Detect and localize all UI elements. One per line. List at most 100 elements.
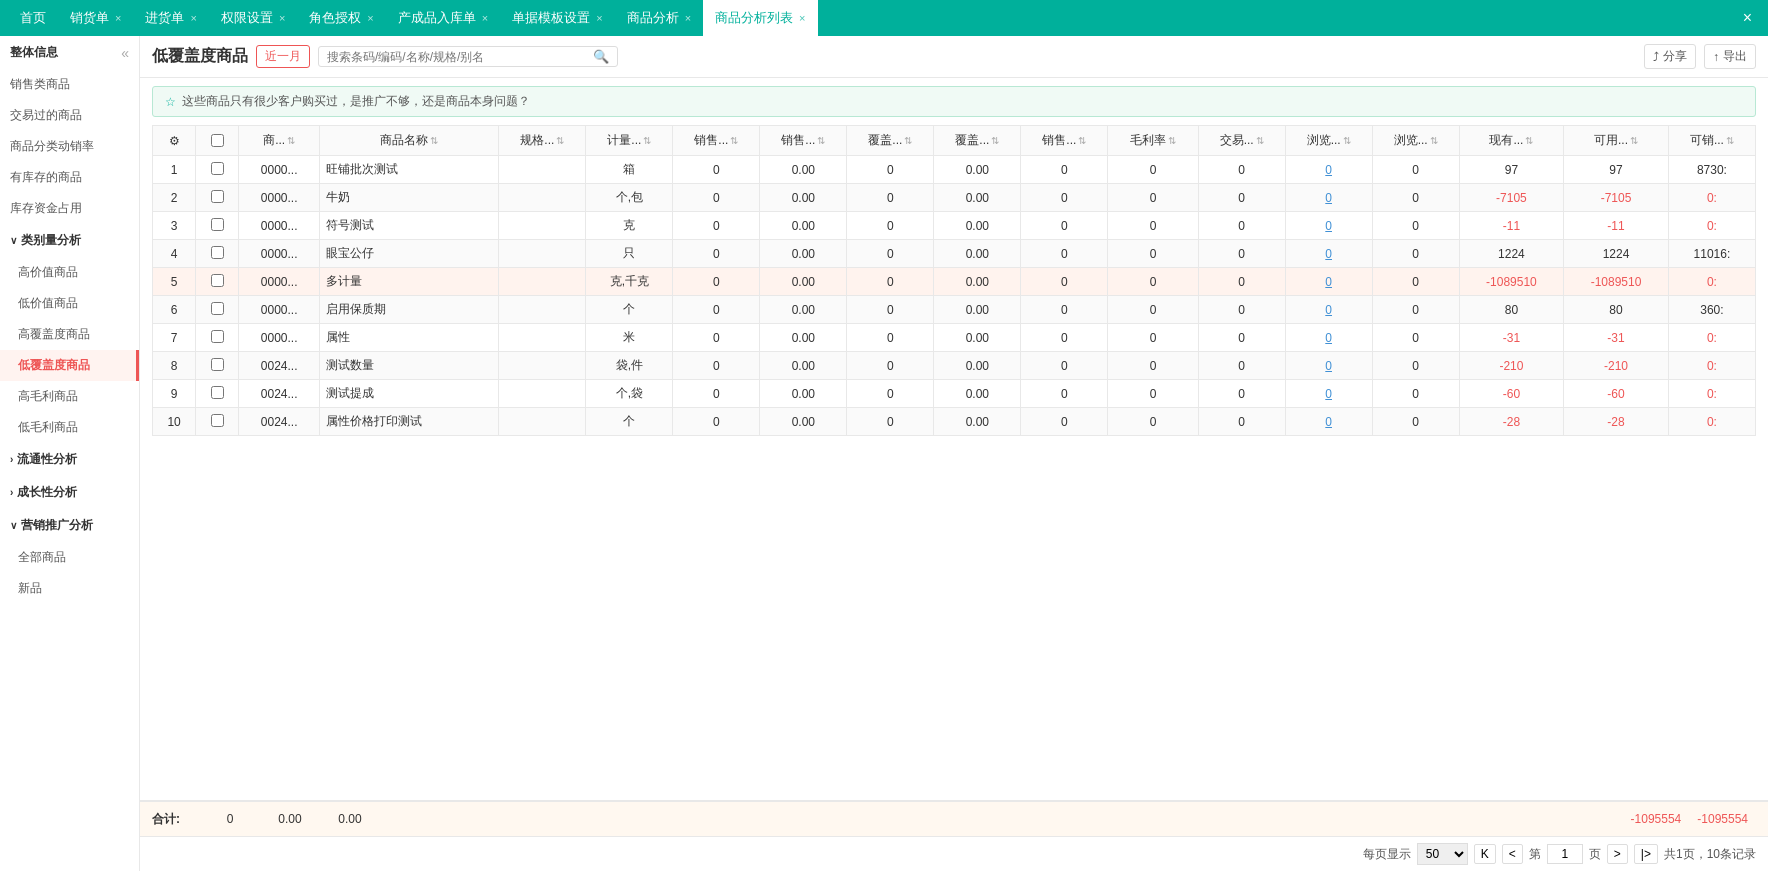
col-browse1[interactable]: 浏览...⇅ bbox=[1285, 126, 1372, 156]
col-spec[interactable]: 规格...⇅ bbox=[499, 126, 586, 156]
cell-browse1[interactable]: 0 bbox=[1285, 184, 1372, 212]
col-sales1[interactable]: 销售...⇅ bbox=[673, 126, 760, 156]
row-checkbox[interactable] bbox=[211, 190, 224, 203]
cell-checkbox[interactable] bbox=[196, 184, 239, 212]
row-checkbox[interactable] bbox=[211, 414, 224, 427]
cell-browse1[interactable]: 0 bbox=[1285, 324, 1372, 352]
sidebar-item-low-margin[interactable]: 低毛利商品 bbox=[0, 412, 139, 443]
nav-product-warehouse[interactable]: 产成品入库单 × bbox=[386, 0, 500, 36]
select-all-checkbox[interactable] bbox=[211, 134, 224, 147]
close-icon[interactable]: × bbox=[279, 12, 285, 24]
col-code[interactable]: 商...⇅ bbox=[238, 126, 320, 156]
first-page-button[interactable]: K bbox=[1474, 844, 1496, 864]
sidebar-item-sales-goods[interactable]: 销售类商品 bbox=[0, 69, 139, 100]
col-name[interactable]: 商品名称⇅ bbox=[320, 126, 499, 156]
cell-browse1[interactable]: 0 bbox=[1285, 268, 1372, 296]
sidebar-section-marketing[interactable]: ∨ 营销推广分析 bbox=[0, 509, 139, 542]
page-size-select[interactable]: 50 100 bbox=[1417, 843, 1468, 865]
cell-browse1[interactable]: 0 bbox=[1285, 156, 1372, 184]
col-current[interactable]: 现有...⇅ bbox=[1459, 126, 1564, 156]
sidebar-item-high-margin[interactable]: 高毛利商品 bbox=[0, 381, 139, 412]
close-icon[interactable]: × bbox=[190, 12, 196, 24]
cell-browse1[interactable]: 0 bbox=[1285, 380, 1372, 408]
nav-goods-analysis[interactable]: 商品分析 × bbox=[615, 0, 703, 36]
sidebar-item-stocked-goods[interactable]: 有库存的商品 bbox=[0, 162, 139, 193]
row-checkbox[interactable] bbox=[211, 246, 224, 259]
col-saleable[interactable]: 可销...⇅ bbox=[1668, 126, 1755, 156]
cell-checkbox[interactable] bbox=[196, 212, 239, 240]
sidebar-item-new-goods[interactable]: 新品 bbox=[0, 573, 139, 604]
table-container[interactable]: ⚙ 商...⇅ 商品名称⇅ 规格...⇅ 计量...⇅ 销售...⇅ 销售...… bbox=[140, 125, 1768, 800]
prev-page-button[interactable]: < bbox=[1502, 844, 1523, 864]
col-gross-rate[interactable]: 毛利率⇅ bbox=[1108, 126, 1198, 156]
cell-checkbox[interactable] bbox=[196, 408, 239, 436]
cell-checkbox[interactable] bbox=[196, 324, 239, 352]
cell-browse1[interactable]: 0 bbox=[1285, 240, 1372, 268]
col-settings[interactable]: ⚙ bbox=[153, 126, 196, 156]
close-icon[interactable]: × bbox=[482, 12, 488, 24]
nav-goods-analysis-list[interactable]: 商品分析列表 × bbox=[703, 0, 817, 36]
cell-checkbox[interactable] bbox=[196, 156, 239, 184]
sidebar-item-high-coverage[interactable]: 高覆盖度商品 bbox=[0, 319, 139, 350]
search-input[interactable] bbox=[327, 50, 593, 64]
sidebar-collapse-btn[interactable]: « bbox=[121, 45, 129, 61]
share-button[interactable]: ⤴ 分享 bbox=[1644, 44, 1696, 69]
cell-browse1[interactable]: 0 bbox=[1285, 212, 1372, 240]
last-page-button[interactable]: |> bbox=[1634, 844, 1658, 864]
export-button[interactable]: ↑ 导出 bbox=[1704, 44, 1756, 69]
col-cover1[interactable]: 覆盖...⇅ bbox=[847, 126, 934, 156]
nav-sales-order[interactable]: 销货单 × bbox=[58, 0, 133, 36]
cell-checkbox[interactable] bbox=[196, 352, 239, 380]
cell-current: 1224 bbox=[1459, 240, 1564, 268]
col-trade[interactable]: 交易...⇅ bbox=[1198, 126, 1285, 156]
row-checkbox[interactable] bbox=[211, 330, 224, 343]
nav-purchase-order[interactable]: 进货单 × bbox=[133, 0, 208, 36]
sidebar-item-all-goods[interactable]: 全部商品 bbox=[0, 542, 139, 573]
cell-checkbox[interactable] bbox=[196, 296, 239, 324]
cell-browse1[interactable]: 0 bbox=[1285, 352, 1372, 380]
sidebar-item-low-coverage[interactable]: 低覆盖度商品 bbox=[0, 350, 139, 381]
sidebar-item-low-value[interactable]: 低价值商品 bbox=[0, 288, 139, 319]
cell-browse1[interactable]: 0 bbox=[1285, 296, 1372, 324]
col-browse2[interactable]: 浏览...⇅ bbox=[1372, 126, 1459, 156]
close-icon[interactable]: × bbox=[685, 12, 691, 24]
cell-checkbox[interactable] bbox=[196, 380, 239, 408]
close-icon[interactable]: × bbox=[115, 12, 121, 24]
nav-template-settings[interactable]: 单据模板设置 × bbox=[500, 0, 614, 36]
global-close-button[interactable]: × bbox=[1735, 9, 1760, 27]
row-checkbox[interactable] bbox=[211, 218, 224, 231]
row-checkbox[interactable] bbox=[211, 302, 224, 315]
col-sales2[interactable]: 销售...⇅ bbox=[760, 126, 847, 156]
col-checkbox[interactable] bbox=[196, 126, 239, 156]
row-checkbox[interactable] bbox=[211, 274, 224, 287]
sidebar-section-category-analysis[interactable]: ∨ 类别量分析 bbox=[0, 224, 139, 257]
cell-checkbox[interactable] bbox=[196, 240, 239, 268]
col-sales3[interactable]: 销售...⇅ bbox=[1021, 126, 1108, 156]
close-icon[interactable]: × bbox=[799, 12, 805, 24]
nav-home[interactable]: 首页 bbox=[8, 0, 58, 36]
search-box[interactable]: 🔍 bbox=[318, 46, 618, 67]
nav-role-auth[interactable]: 角色授权 × bbox=[297, 0, 385, 36]
period-button[interactable]: 近一月 bbox=[256, 45, 310, 68]
row-checkbox[interactable] bbox=[211, 386, 224, 399]
cell-checkbox[interactable] bbox=[196, 268, 239, 296]
sidebar-item-category-turnover[interactable]: 商品分类动销率 bbox=[0, 131, 139, 162]
col-available[interactable]: 可用...⇅ bbox=[1564, 126, 1669, 156]
sidebar-item-traded-goods[interactable]: 交易过的商品 bbox=[0, 100, 139, 131]
row-checkbox[interactable] bbox=[211, 358, 224, 371]
sidebar-item-inventory-capital[interactable]: 库存资金占用 bbox=[0, 193, 139, 224]
sidebar-section-circulation[interactable]: › 流通性分析 bbox=[0, 443, 139, 476]
cell-browse1[interactable]: 0 bbox=[1285, 408, 1372, 436]
col-cover2[interactable]: 覆盖...⇅ bbox=[934, 126, 1021, 156]
next-page-button[interactable]: > bbox=[1607, 844, 1628, 864]
col-unit[interactable]: 计量...⇅ bbox=[586, 126, 673, 156]
page-input[interactable] bbox=[1547, 844, 1583, 864]
sidebar-section-growth[interactable]: › 成长性分析 bbox=[0, 476, 139, 509]
sidebar-item-high-value[interactable]: 高价值商品 bbox=[0, 257, 139, 288]
close-icon[interactable]: × bbox=[367, 12, 373, 24]
cell-sales1: 0 bbox=[673, 212, 760, 240]
close-icon[interactable]: × bbox=[596, 12, 602, 24]
row-checkbox[interactable] bbox=[211, 162, 224, 175]
nav-permission-settings[interactable]: 权限设置 × bbox=[209, 0, 297, 36]
sidebar-overview-header[interactable]: 整体信息 « bbox=[0, 36, 139, 69]
